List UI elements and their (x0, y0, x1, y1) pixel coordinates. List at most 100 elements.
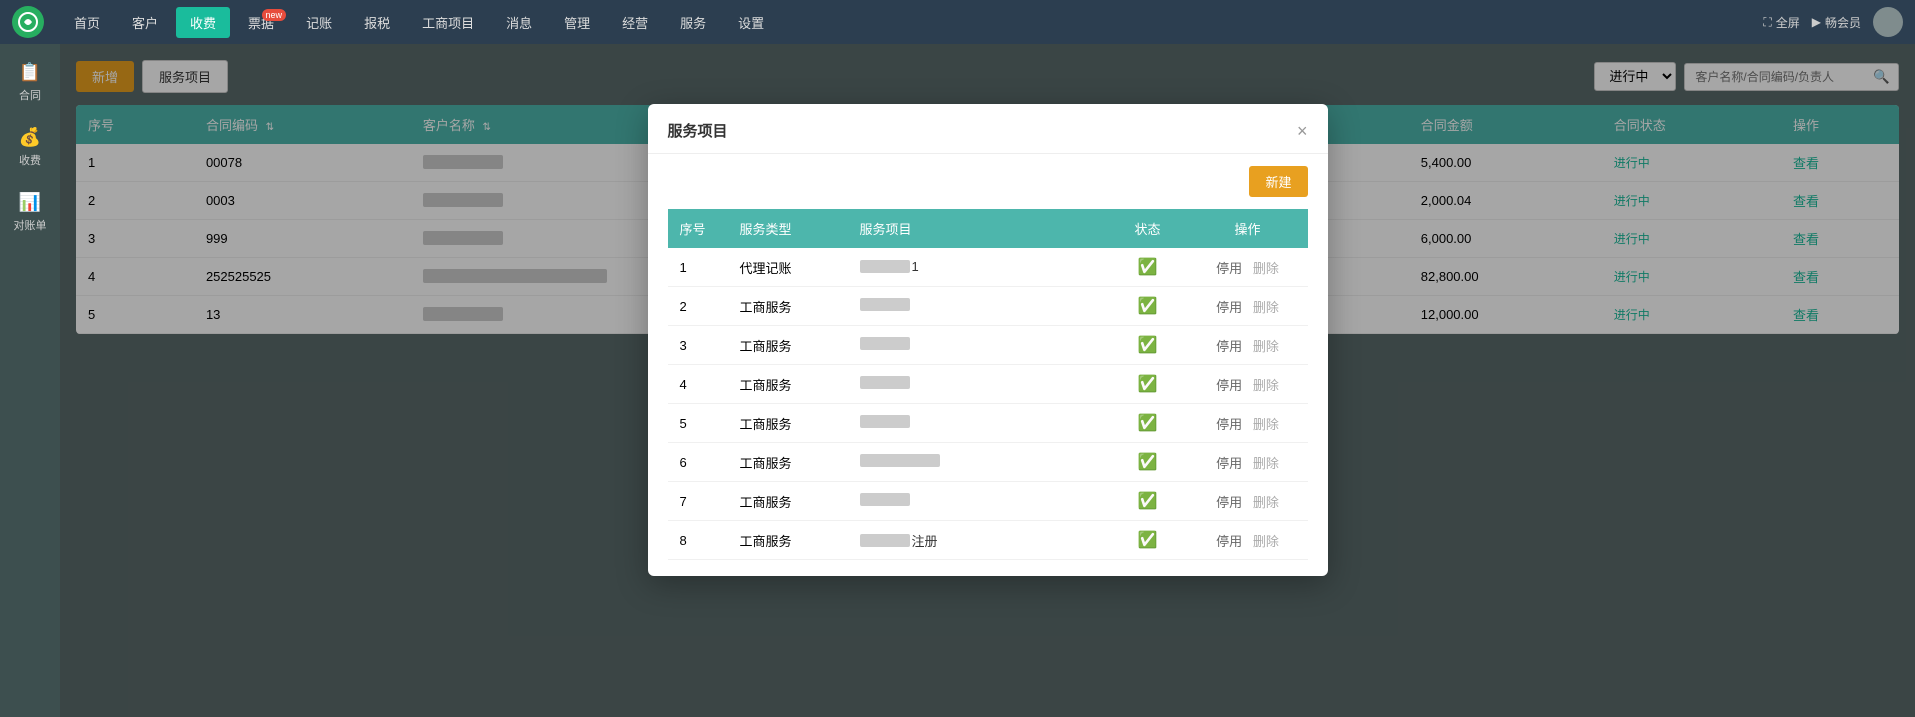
modal-cell-item: 1 (848, 248, 1108, 287)
nav-manage[interactable]: 管理 (550, 7, 604, 38)
nav-fee[interactable]: 收费 (176, 7, 230, 38)
modal-cell-seq: 6 (668, 443, 728, 482)
modal-table-row: 1 代理记账 1 ✅ 停用 删除 (668, 248, 1308, 287)
nav-settings[interactable]: 设置 (724, 7, 778, 38)
sidebar-label-contract: 合同 (19, 87, 41, 103)
stop-button[interactable]: 停用 (1216, 495, 1242, 510)
modal-cell-seq: 1 (668, 248, 728, 287)
modal-cell-status: ✅ (1108, 404, 1188, 443)
modal-cell-item (848, 326, 1108, 365)
modal-cell-ops: 停用 删除 (1188, 365, 1308, 404)
modal-cell-ops: 停用 删除 (1188, 521, 1308, 560)
stop-button[interactable]: 停用 (1216, 378, 1242, 393)
modal-table-row: 4 工商服务 ✅ 停用 删除 (668, 365, 1308, 404)
modal-table-row: 2 工商服务 ✅ 停用 删除 (668, 287, 1308, 326)
modal-col-item: 服务项目 (848, 209, 1108, 248)
modal-overlay: 服务项目 × 新建 序号 服务类型 服务项目 状态 (60, 44, 1915, 717)
status-check-icon: ✅ (1138, 415, 1158, 432)
nav-tax[interactable]: 报税 (350, 7, 404, 38)
delete-button[interactable]: 删除 (1253, 261, 1279, 276)
modal-cell-type: 工商服务 (728, 404, 848, 443)
nav-items: 首页 客户 收费 票据 new 记账 报税 工商项目 消息 管理 经营 服务 设… (60, 7, 1763, 38)
status-check-icon: ✅ (1138, 337, 1158, 354)
status-check-icon: ✅ (1138, 454, 1158, 471)
stop-button[interactable]: 停用 (1216, 417, 1242, 432)
modal-table-row: 3 工商服务 ✅ 停用 删除 (668, 326, 1308, 365)
modal-col-status: 状态 (1108, 209, 1188, 248)
nav-operation[interactable]: 经营 (608, 7, 662, 38)
nav-invoice[interactable]: 票据 new (234, 7, 288, 38)
nav-bookkeep[interactable]: 记账 (292, 7, 346, 38)
delete-button[interactable]: 删除 (1253, 456, 1279, 471)
sidebar-label-fee: 收费 (19, 152, 41, 168)
modal-cell-status: ✅ (1108, 248, 1188, 287)
nav-message[interactable]: 消息 (492, 7, 546, 38)
stop-button[interactable]: 停用 (1216, 534, 1242, 549)
delete-button[interactable]: 删除 (1253, 534, 1279, 549)
modal-table-row: 7 工商服务 ✅ 停用 删除 (668, 482, 1308, 521)
new-badge: new (262, 9, 287, 21)
modal-cell-seq: 2 (668, 287, 728, 326)
delete-button[interactable]: 删除 (1253, 495, 1279, 510)
modal-cell-type: 工商服务 (728, 287, 848, 326)
delete-button[interactable]: 删除 (1253, 300, 1279, 315)
modal-col-ops: 操作 (1188, 209, 1308, 248)
modal-table-row: 8 工商服务 注册 ✅ 停用 删除 (668, 521, 1308, 560)
modal-cell-type: 工商服务 (728, 443, 848, 482)
vip-button[interactable]: ▶ 畅会员 (1812, 14, 1861, 31)
status-check-icon: ✅ (1138, 532, 1158, 549)
fullscreen-button[interactable]: ⛶ 全屏 (1763, 14, 1799, 31)
modal-cell-ops: 停用 删除 (1188, 482, 1308, 521)
nav-home[interactable]: 首页 (60, 7, 114, 38)
service-items-modal: 服务项目 × 新建 序号 服务类型 服务项目 状态 (648, 104, 1328, 576)
contract-icon: 📋 (19, 62, 41, 83)
modal-col-seq: 序号 (668, 209, 728, 248)
stop-button[interactable]: 停用 (1216, 261, 1242, 276)
modal-cell-item: 注册 (848, 521, 1108, 560)
modal-col-type: 服务类型 (728, 209, 848, 248)
modal-cell-seq: 4 (668, 365, 728, 404)
modal-cell-ops: 停用 删除 (1188, 248, 1308, 287)
sidebar: 📋 合同 💰 收费 📊 对账单 (0, 44, 60, 717)
modal-cell-ops: 停用 删除 (1188, 326, 1308, 365)
modal-cell-item (848, 482, 1108, 521)
nav-service[interactable]: 服务 (666, 7, 720, 38)
modal-table-container: 序号 服务类型 服务项目 状态 操作 1 代理记账 1 ✅ 停用 删除 (648, 209, 1328, 576)
stop-button[interactable]: 停用 (1216, 339, 1242, 354)
modal-cell-status: ✅ (1108, 443, 1188, 482)
fullscreen-icon: ⛶ (1763, 15, 1771, 30)
nav-customer[interactable]: 客户 (118, 7, 172, 38)
stop-button[interactable]: 停用 (1216, 300, 1242, 315)
modal-cell-status: ✅ (1108, 521, 1188, 560)
modal-cell-item (848, 404, 1108, 443)
delete-button[interactable]: 删除 (1253, 339, 1279, 354)
avatar[interactable] (1873, 7, 1903, 37)
modal-cell-item (848, 365, 1108, 404)
main-layout: 📋 合同 💰 收费 📊 对账单 新增 服务项目 进行中 全部 已结束 (0, 44, 1915, 717)
sidebar-label-reconcile: 对账单 (14, 217, 47, 233)
modal-toolbar: 新建 (648, 154, 1328, 209)
nav-industrial[interactable]: 工商项目 (408, 7, 488, 38)
modal-cell-type: 代理记账 (728, 248, 848, 287)
nav-right-section: ⛶ 全屏 ▶ 畅会员 (1763, 7, 1903, 37)
modal-cell-type: 工商服务 (728, 521, 848, 560)
delete-button[interactable]: 删除 (1253, 417, 1279, 432)
modal-cell-ops: 停用 删除 (1188, 404, 1308, 443)
new-service-button[interactable]: 新建 (1249, 166, 1307, 197)
top-navigation: 首页 客户 收费 票据 new 记账 报税 工商项目 消息 管理 经营 服务 设… (0, 0, 1915, 44)
modal-title: 服务项目 (668, 120, 728, 141)
sidebar-item-contract[interactable]: 📋 合同 (3, 52, 57, 113)
modal-close-button[interactable]: × (1297, 122, 1308, 140)
modal-cell-type: 工商服务 (728, 326, 848, 365)
delete-button[interactable]: 删除 (1253, 378, 1279, 393)
modal-cell-ops: 停用 删除 (1188, 443, 1308, 482)
modal-cell-seq: 5 (668, 404, 728, 443)
modal-cell-ops: 停用 删除 (1188, 287, 1308, 326)
modal-cell-type: 工商服务 (728, 365, 848, 404)
sidebar-item-reconcile[interactable]: 📊 对账单 (3, 182, 57, 243)
stop-button[interactable]: 停用 (1216, 456, 1242, 471)
status-check-icon: ✅ (1138, 298, 1158, 315)
modal-cell-status: ✅ (1108, 482, 1188, 521)
service-items-table: 序号 服务类型 服务项目 状态 操作 1 代理记账 1 ✅ 停用 删除 (668, 209, 1308, 560)
sidebar-item-fee[interactable]: 💰 收费 (3, 117, 57, 178)
